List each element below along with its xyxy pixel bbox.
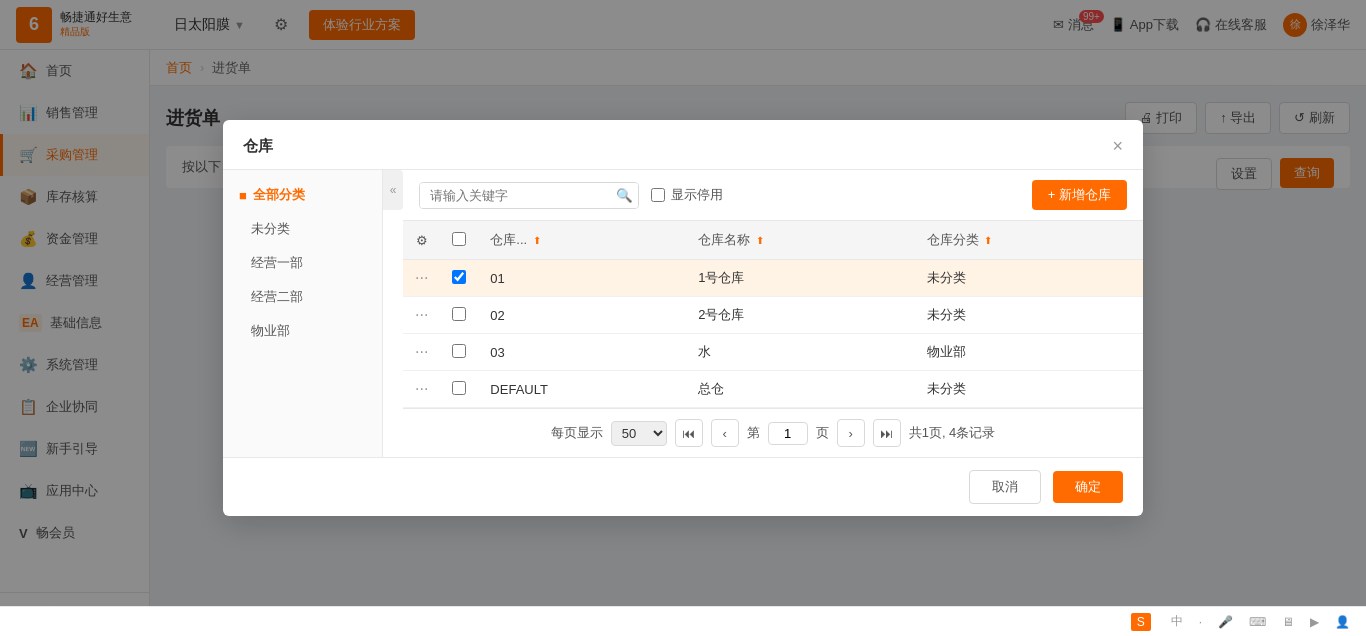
cell-category: 物业部 <box>915 334 1143 371</box>
table-header-row: ⚙ 仓库... ⬆ 仓库名称 ⬆ <box>403 221 1143 260</box>
modal-left-panel: ■ 全部分类 未分类 经营一部 经营二部 物业部 <box>223 170 383 457</box>
th-name: 仓库名称 ⬆ <box>686 221 914 260</box>
cell-more: ··· <box>403 260 440 297</box>
per-page-label: 每页显示 <box>551 424 603 442</box>
row-checkbox[interactable] <box>452 381 466 395</box>
cell-code: 01 <box>478 260 686 297</box>
cell-more: ··· <box>403 334 440 371</box>
page-next-button[interactable]: › <box>837 419 865 447</box>
modal-header: 仓库 × <box>223 120 1143 170</box>
th-code: 仓库... ⬆ <box>478 221 686 260</box>
table-row[interactable]: ··· 02 2号仓库 未分类 <box>403 297 1143 334</box>
table-row[interactable]: ··· DEFAULT 总仓 未分类 <box>403 371 1143 408</box>
status-dot: · <box>1199 615 1202 629</box>
th-gear: ⚙ <box>403 221 440 260</box>
cancel-button[interactable]: 取消 <box>969 470 1041 504</box>
cell-more: ··· <box>403 297 440 334</box>
table-row[interactable]: ··· 03 水 物业部 <box>403 334 1143 371</box>
select-all-checkbox[interactable] <box>452 232 466 246</box>
page-label: 第 <box>747 424 760 442</box>
show-disabled-area: 显示停用 <box>651 186 723 204</box>
page-number-input[interactable] <box>768 422 808 445</box>
cell-category: 未分类 <box>915 297 1143 334</box>
category-ops1[interactable]: 经营一部 <box>223 246 382 280</box>
cell-code: 02 <box>478 297 686 334</box>
sort-name-icon: ⬆ <box>756 235 764 246</box>
th-category-label: 仓库分类 <box>927 232 979 247</box>
more-icon[interactable]: ··· <box>415 269 428 286</box>
cell-category: 未分类 <box>915 371 1143 408</box>
warehouse-table: ⚙ 仓库... ⬆ 仓库名称 ⬆ <box>403 221 1143 408</box>
page-prev-button[interactable]: ‹ <box>711 419 739 447</box>
modal-right-panel: 🔍 显示停用 + 新增仓库 ⚙ <box>403 170 1143 457</box>
page-first-button[interactable]: ⏮ <box>675 419 703 447</box>
collapse-icon: « <box>390 183 397 197</box>
status-monitor: 🖥 <box>1282 615 1294 629</box>
table-body: ··· 01 1号仓库 未分类 ··· 02 2号仓库 未分类 ··· 03 水… <box>403 260 1143 408</box>
sort-category-icon: ⬆ <box>984 235 992 246</box>
more-icon[interactable]: ··· <box>415 343 428 360</box>
category-property[interactable]: 物业部 <box>223 314 382 348</box>
modal-toolbar: 🔍 显示停用 + 新增仓库 <box>403 170 1143 221</box>
page-last-button[interactable]: ⏭ <box>873 419 901 447</box>
cell-category: 未分类 <box>915 260 1143 297</box>
th-name-label: 仓库名称 <box>698 232 750 247</box>
category-all-header[interactable]: ■ 全部分类 <box>223 178 382 212</box>
cell-code: DEFAULT <box>478 371 686 408</box>
cell-name: 1号仓库 <box>686 260 914 297</box>
cell-checkbox <box>440 334 478 371</box>
search-button[interactable]: 🔍 <box>608 183 639 208</box>
warehouse-table-wrap: ⚙ 仓库... ⬆ 仓库名称 ⬆ <box>403 221 1143 408</box>
warehouse-modal: 仓库 × ■ 全部分类 未分类 经营一部 经营二部 <box>223 120 1143 516</box>
status-brand: S <box>1131 613 1151 631</box>
pagination-bar: 每页显示 50 10 20 100 ⏮ ‹ 第 页 › ⏭ 共1页, 4条记录 <box>403 408 1143 457</box>
cell-checkbox <box>440 371 478 408</box>
cell-more: ··· <box>403 371 440 408</box>
grid-icon: ■ <box>239 188 247 203</box>
confirm-button[interactable]: 确定 <box>1053 471 1123 503</box>
status-play: ▶ <box>1310 615 1319 629</box>
category-unclassified[interactable]: 未分类 <box>223 212 382 246</box>
page-suffix: 页 <box>816 424 829 442</box>
new-warehouse-button[interactable]: + 新增仓库 <box>1032 180 1127 210</box>
category-all-label: 全部分类 <box>253 186 305 204</box>
more-icon[interactable]: ··· <box>415 380 428 397</box>
status-keyboard: ⌨ <box>1249 615 1266 629</box>
modal-action-footer: 取消 确定 <box>223 457 1143 516</box>
status-bar: S 中 · 🎤 ⌨ 🖥 ▶ 👤 <box>0 606 1366 636</box>
collapse-button[interactable]: « <box>383 170 403 210</box>
cell-checkbox <box>440 260 478 297</box>
modal-overlay: 仓库 × ■ 全部分类 未分类 经营一部 经营二部 <box>0 0 1366 636</box>
sort-code-icon: ⬆ <box>533 235 541 246</box>
show-disabled-checkbox[interactable] <box>651 188 665 202</box>
th-code-label: 仓库... <box>490 232 527 247</box>
cell-checkbox <box>440 297 478 334</box>
per-page-select[interactable]: 50 10 20 100 <box>611 421 667 446</box>
th-checkbox <box>440 221 478 260</box>
status-user: 👤 <box>1335 615 1350 629</box>
row-checkbox[interactable] <box>452 307 466 321</box>
modal-body: ■ 全部分类 未分类 经营一部 经营二部 物业部 « <box>223 170 1143 457</box>
cell-code: 03 <box>478 334 686 371</box>
category-ops2[interactable]: 经营二部 <box>223 280 382 314</box>
cell-name: 水 <box>686 334 914 371</box>
table-row[interactable]: ··· 01 1号仓库 未分类 <box>403 260 1143 297</box>
modal-title: 仓库 <box>243 137 273 156</box>
status-lang: 中 <box>1171 613 1183 630</box>
cell-name: 总仓 <box>686 371 914 408</box>
cell-name: 2号仓库 <box>686 297 914 334</box>
status-mic: 🎤 <box>1218 615 1233 629</box>
modal-close-button[interactable]: × <box>1112 136 1123 157</box>
total-info: 共1页, 4条记录 <box>909 424 996 442</box>
th-category: 仓库分类 ⬆ <box>915 221 1143 260</box>
toolbar-left: 🔍 显示停用 <box>419 182 723 209</box>
show-disabled-label: 显示停用 <box>671 186 723 204</box>
more-icon[interactable]: ··· <box>415 306 428 323</box>
search-box: 🔍 <box>419 182 639 209</box>
row-checkbox[interactable] <box>452 344 466 358</box>
row-checkbox[interactable] <box>452 270 466 284</box>
search-input[interactable] <box>420 183 608 208</box>
